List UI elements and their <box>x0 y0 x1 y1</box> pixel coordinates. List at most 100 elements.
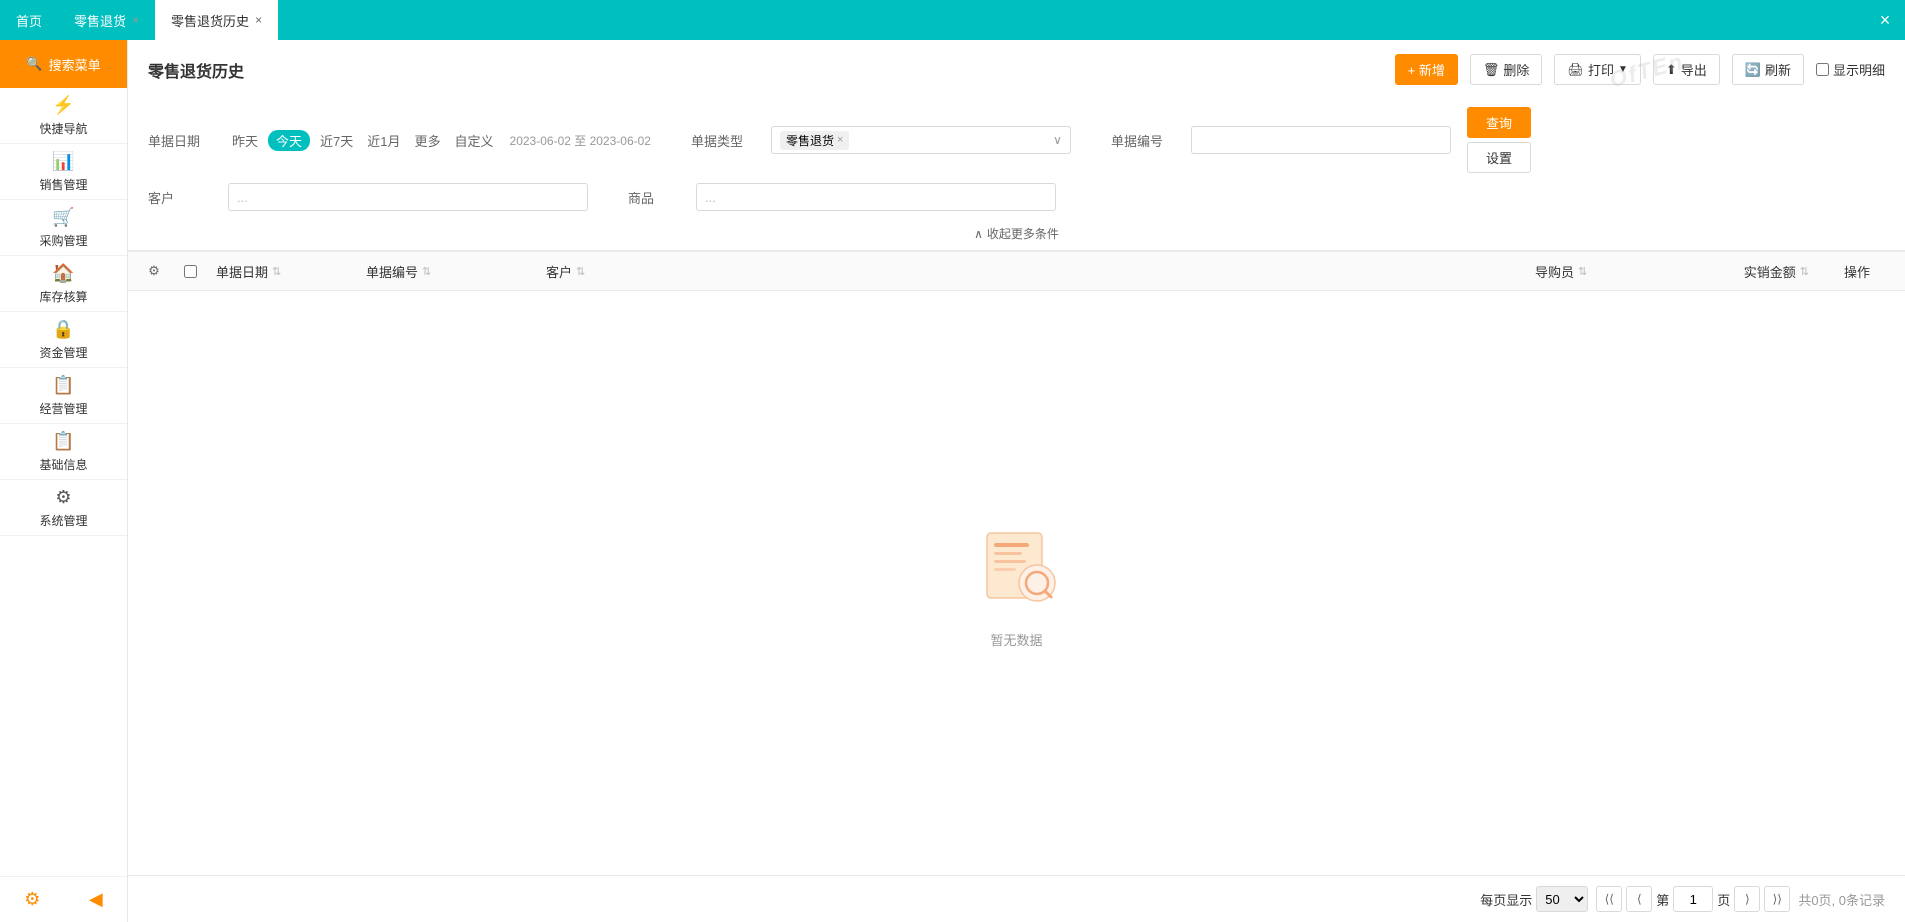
col-amount[interactable]: 实销金额 ⇅ <box>1677 262 1817 281</box>
date-yesterday[interactable]: 昨天 <box>228 130 262 151</box>
date-today[interactable]: 今天 <box>268 130 310 151</box>
sort-date-icon: ⇅ <box>272 265 281 278</box>
goods-label: 商品 <box>628 188 688 207</box>
filter-area-wrapper: 单据日期 昨天 今天 近7天 近1月 更多 自定义 2023-06-02 至 2… <box>148 97 1885 250</box>
customer-label: 客户 <box>148 188 228 207</box>
sidebar-item-sales[interactable]: 📊 销售管理 <box>0 144 127 200</box>
doc-number-input[interactable] <box>1191 126 1451 154</box>
page-nav: ⟨⟨ ⟨ 第 页 ⟩ ⟩⟩ <box>1596 886 1790 912</box>
tab-retail-return-history[interactable]: 零售退货历史 × <box>155 0 278 40</box>
date-shortcuts: 昨天 今天 近7天 近1月 更多 自定义 2023-06-02 至 2023-0… <box>228 130 651 151</box>
col-number[interactable]: 单据编号 ⇅ <box>358 262 538 281</box>
page-next-button[interactable]: ⟩ <box>1734 886 1760 912</box>
refresh-button[interactable]: 🔄 刷新 <box>1732 54 1804 85</box>
table-settings-icon[interactable]: ⚙ <box>136 263 172 279</box>
sidebar-bottom: ⚙ ◀ <box>0 876 127 922</box>
page-prev-button[interactable]: ⟨ <box>1626 886 1652 912</box>
sidebar-item-finance[interactable]: 🔒 资金管理 <box>0 312 127 368</box>
sort-guide-icon: ⇅ <box>1578 265 1587 278</box>
table-header: ⚙ 单据日期 ⇅ 单据编号 ⇅ 客户 ⇅ 导购员 ⇅ <box>128 251 1905 291</box>
main-layout: 🔍 搜索菜单 ⚡ 快捷导航 📊 销售管理 🛒 采购管理 🏠 库存核算 🔒 资金管… <box>0 40 1905 922</box>
col-customer[interactable]: 客户 ⇅ <box>538 262 1527 281</box>
collapse-bar: ∧ 收起更多条件 <box>148 221 1885 250</box>
empty-icon <box>967 518 1067 618</box>
sidebar-item-operations[interactable]: 📋 经营管理 <box>0 368 127 424</box>
customer-select[interactable]: ... <box>228 183 588 211</box>
finance-icon: 🔒 <box>52 319 74 340</box>
table-container: ⚙ 单据日期 ⇅ 单据编号 ⇅ 客户 ⇅ 导购员 ⇅ <box>128 251 1905 875</box>
doc-type-tag-close[interactable]: × <box>837 134 843 146</box>
empty-state: 暂无数据 <box>128 291 1905 875</box>
page-input[interactable] <box>1673 886 1713 912</box>
filter-area: 单据日期 昨天 今天 近7天 近1月 更多 自定义 2023-06-02 至 2… <box>148 97 1885 250</box>
sidebar-item-quick-nav[interactable]: ⚡ 快捷导航 <box>0 88 127 144</box>
pagination-bar: 每页显示 10 20 50 100 ⟨⟨ ⟨ 第 页 ⟩ ⟩⟩ 共0页, 0条记… <box>128 875 1905 922</box>
content-area: 零售退货历史 + 新增 🗑 删除 🖨 打印 ▼ ⬆ 导出 <box>128 40 1905 922</box>
page-title: 零售退货历史 <box>148 58 244 82</box>
sort-number-icon: ⇅ <box>422 265 431 278</box>
goods-select[interactable]: ... <box>696 183 1056 211</box>
per-page-dropdown[interactable]: 10 20 50 100 <box>1536 886 1588 912</box>
query-button[interactable]: 查询 <box>1467 107 1531 138</box>
doc-type-select[interactable]: 零售退货 × ∨ <box>771 126 1071 154</box>
col-date[interactable]: 单据日期 ⇅ <box>208 262 358 281</box>
date-custom[interactable]: 自定义 <box>451 130 498 151</box>
sidebar-item-system[interactable]: ⚙ 系统管理 <box>0 480 127 536</box>
print-dropdown-icon: ▼ <box>1618 64 1628 75</box>
filter-row-2: 客户 ... 商品 ... <box>148 183 1885 211</box>
system-icon: ⚙ <box>55 487 71 508</box>
export-icon: ⬆ <box>1666 62 1677 78</box>
sidebar-search[interactable]: 🔍 搜索菜单 <box>0 40 127 88</box>
date-filter-label: 单据日期 <box>148 131 228 150</box>
date-1month[interactable]: 近1月 <box>363 130 404 151</box>
tab-retail-return-close[interactable]: × <box>132 13 139 27</box>
sidebar-item-basic-info[interactable]: 📋 基础信息 <box>0 424 127 480</box>
doc-type-dropdown-arrow: ∨ <box>1045 133 1062 147</box>
date-more[interactable]: 更多 <box>411 130 445 151</box>
sidebar-item-purchase[interactable]: 🛒 采购管理 <box>0 200 127 256</box>
display-toggle-checkbox[interactable] <box>1816 63 1829 76</box>
basic-info-icon: 📋 <box>52 431 74 452</box>
tab-bar: 首页 零售退货 × 零售退货历史 × <box>0 0 1865 40</box>
window-close-button[interactable]: × <box>1865 0 1905 40</box>
doc-type-tag: 零售退货 × <box>780 131 849 150</box>
toolbar: + 新增 🗑 删除 🖨 打印 ▼ ⬆ 导出 🔄 <box>1395 54 1885 85</box>
doc-number-label: 单据编号 <box>1111 131 1191 150</box>
sort-amount-icon: ⇅ <box>1800 265 1809 278</box>
doc-type-label: 单据类型 <box>691 131 771 150</box>
display-toggle[interactable]: 显示明细 <box>1816 60 1885 79</box>
filter-row-1: 单据日期 昨天 今天 近7天 近1月 更多 自定义 2023-06-02 至 2… <box>148 107 1885 173</box>
collapse-icon: ∧ <box>974 227 983 241</box>
empty-text: 暂无数据 <box>990 630 1042 649</box>
page-last-button[interactable]: ⟩⟩ <box>1764 886 1790 912</box>
inventory-icon: 🏠 <box>52 263 74 284</box>
filter-settings-button[interactable]: 设置 <box>1467 142 1531 173</box>
customer-ellipsis: ... <box>237 190 248 205</box>
sort-customer-icon: ⇅ <box>576 265 585 278</box>
refresh-icon: 🔄 <box>1745 62 1761 78</box>
sidebar-item-inventory[interactable]: 🏠 库存核算 <box>0 256 127 312</box>
page-total: 共0页, 0条记录 <box>1798 890 1885 909</box>
tab-retail-return-history-close[interactable]: × <box>255 13 262 27</box>
settings-bottom-icon[interactable]: ⚙ <box>24 889 40 910</box>
table-checkbox-all[interactable] <box>172 265 208 278</box>
delete-button[interactable]: 🗑 删除 <box>1470 54 1543 85</box>
print-icon: 🖨 <box>1567 62 1584 78</box>
top-bar: 首页 零售退货 × 零售退货历史 × × <box>0 0 1905 40</box>
quick-nav-icon: ⚡ <box>52 95 74 116</box>
sidebar: 🔍 搜索菜单 ⚡ 快捷导航 📊 销售管理 🛒 采购管理 🏠 库存核算 🔒 资金管… <box>0 40 128 922</box>
tab-home[interactable]: 首页 <box>0 0 58 40</box>
goods-ellipsis: ... <box>705 190 716 205</box>
date-range-display: 2023-06-02 至 2023-06-02 <box>510 132 651 149</box>
date-7days[interactable]: 近7天 <box>316 130 357 151</box>
export-button[interactable]: ⬆ 导出 <box>1653 54 1720 85</box>
new-button[interactable]: + 新增 <box>1395 54 1458 85</box>
collapse-button[interactable]: ∧ 收起更多条件 <box>974 225 1059 242</box>
collapse-sidebar-icon[interactable]: ◀ <box>89 889 103 910</box>
page-title-bar: 零售退货历史 + 新增 🗑 删除 🖨 打印 ▼ ⬆ 导出 <box>148 54 1885 85</box>
operations-icon: 📋 <box>52 375 74 396</box>
page-first-button[interactable]: ⟨⟨ <box>1596 886 1622 912</box>
print-button[interactable]: 🖨 打印 ▼ <box>1554 54 1640 85</box>
col-guide[interactable]: 导购员 ⇅ <box>1527 262 1677 281</box>
tab-retail-return[interactable]: 零售退货 × <box>58 0 155 40</box>
